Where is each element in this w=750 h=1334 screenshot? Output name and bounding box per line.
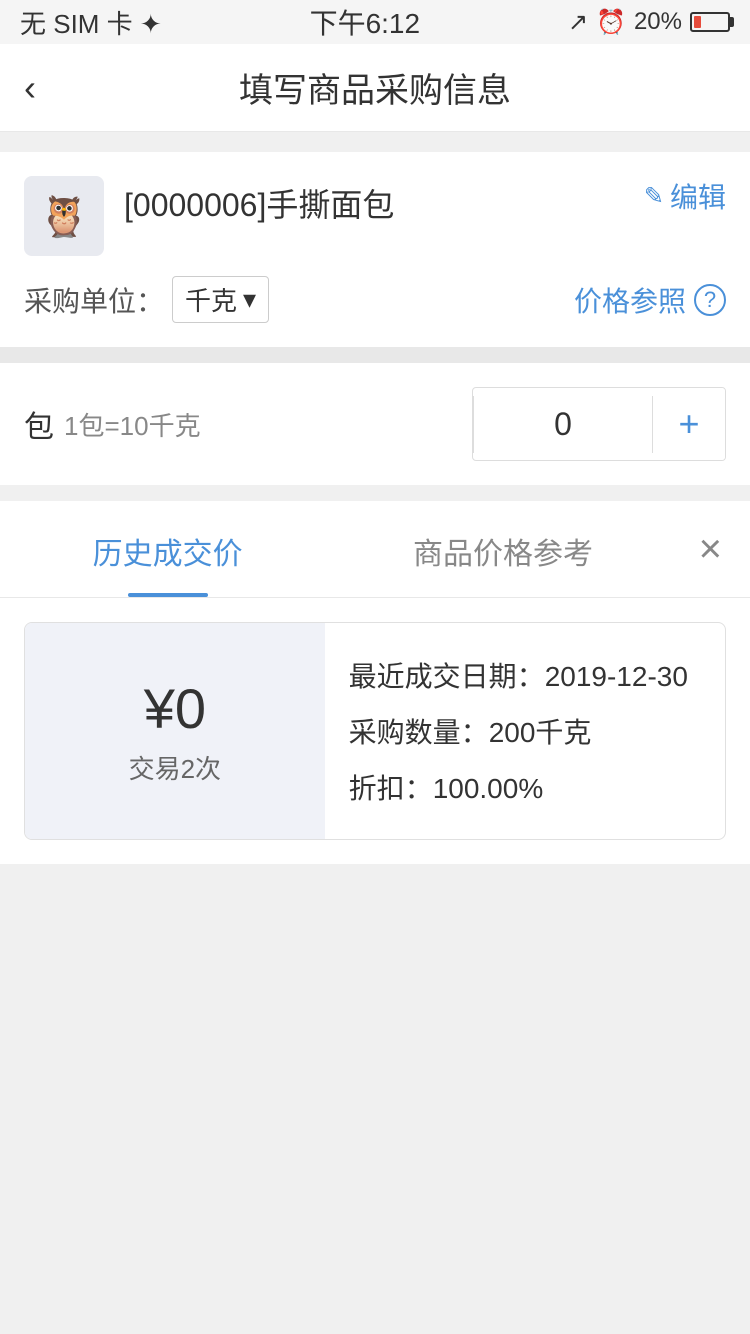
tabs-header: 历史成交价 商品价格参考 × — [0, 501, 750, 598]
gps-icon: ↗ — [568, 8, 588, 37]
quantity-value[interactable]: 0 — [473, 396, 653, 453]
tab-price-ref-label: 商品价格参考 — [413, 538, 593, 571]
discount-line: 折扣：100.00% — [349, 767, 701, 807]
nav-bar: ‹ 填写商品采购信息 — [0, 44, 750, 132]
chevron-down-icon: ▾ — [243, 284, 256, 315]
quantity-row: 包 1包=10千克 0 + — [0, 363, 750, 485]
edit-label: 编辑 — [670, 176, 726, 216]
battery-icon — [690, 12, 730, 32]
product-card: 🦉 [0000006]手撕面包 ✎ 编辑 采购单位： 千克 ▾ 价格参照 ? — [0, 152, 750, 347]
unit-selector-group: 采购单位： 千克 ▾ — [24, 276, 269, 323]
product-header: 🦉 [0000006]手撕面包 ✎ 编辑 — [24, 176, 726, 256]
transaction-section: ¥0 交易2次 最近成交日期：2019-12-30 采购数量：200千克 折扣：… — [0, 598, 750, 864]
recent-date-label: 最近成交日期： — [349, 661, 545, 692]
transaction-price-block: ¥0 交易2次 — [25, 623, 325, 839]
transaction-details: 最近成交日期：2019-12-30 采购数量：200千克 折扣：100.00% — [325, 623, 725, 839]
product-unit-row: 采购单位： 千克 ▾ 价格参照 ? — [24, 276, 726, 323]
product-logo-icon: 🦉 — [39, 193, 89, 240]
pack-label: 包 — [24, 402, 54, 446]
pack-ratio: 1包=10千克 — [64, 406, 201, 443]
edit-button[interactable]: ✎ 编辑 — [644, 176, 726, 216]
transaction-times: 交易2次 — [129, 749, 221, 786]
unit-select[interactable]: 千克 ▾ — [172, 276, 269, 323]
tab-history-label: 历史成交价 — [93, 538, 243, 571]
product-thumbnail: 🦉 — [24, 176, 104, 256]
tab-history-price[interactable]: 历史成交价 — [0, 501, 335, 597]
purchase-quantity-line: 采购数量：200千克 — [349, 711, 701, 751]
quantity-add-button[interactable]: + — [653, 388, 725, 460]
alarm-icon: ⏰ — [596, 8, 626, 37]
tab-close-button[interactable]: × — [671, 527, 750, 572]
sim-signal-text: 无 SIM 卡 ✦ — [20, 4, 162, 41]
transaction-card: ¥0 交易2次 最近成交日期：2019-12-30 采购数量：200千克 折扣：… — [24, 622, 726, 840]
quantity-control: 0 + — [472, 387, 726, 461]
discount-value: 100.00% — [433, 773, 544, 804]
product-info: 🦉 [0000006]手撕面包 — [24, 176, 394, 256]
price-ref-button[interactable]: 价格参照 ? — [574, 280, 726, 320]
page-title: 填写商品采购信息 — [239, 63, 511, 112]
battery-percent: 20% — [634, 8, 682, 36]
discount-label: 折扣： — [349, 773, 433, 804]
status-bar: 无 SIM 卡 ✦ 下午6:12 ↗ ⏰ 20% — [0, 0, 750, 44]
price-ref-label: 价格参照 — [574, 280, 686, 320]
status-left: 无 SIM 卡 ✦ — [20, 4, 162, 41]
status-right: ↗ ⏰ 20% — [568, 8, 730, 37]
help-icon: ? — [694, 284, 726, 316]
purchase-qty-label: 采购数量： — [349, 717, 489, 748]
status-time: 下午6:12 — [310, 2, 421, 42]
section-divider — [0, 347, 750, 363]
unit-value: 千克 — [185, 281, 237, 318]
tabs-section: 历史成交价 商品价格参考 × ¥0 交易2次 最近成交日期：2019-12-30… — [0, 501, 750, 864]
unit-pack-group: 包 1包=10千克 — [24, 402, 201, 446]
recent-date-value: 2019-12-30 — [545, 661, 688, 692]
recent-date-line: 最近成交日期：2019-12-30 — [349, 655, 701, 695]
product-name: [0000006]手撕面包 — [124, 176, 394, 226]
purchase-qty-value: 200千克 — [489, 717, 592, 748]
tab-price-reference[interactable]: 商品价格参考 — [335, 501, 670, 597]
transaction-price: ¥0 — [144, 676, 206, 741]
unit-label: 采购单位： — [24, 280, 164, 320]
back-button[interactable]: ‹ — [24, 67, 36, 109]
edit-icon: ✎ — [644, 182, 664, 211]
close-icon: × — [699, 527, 722, 572]
